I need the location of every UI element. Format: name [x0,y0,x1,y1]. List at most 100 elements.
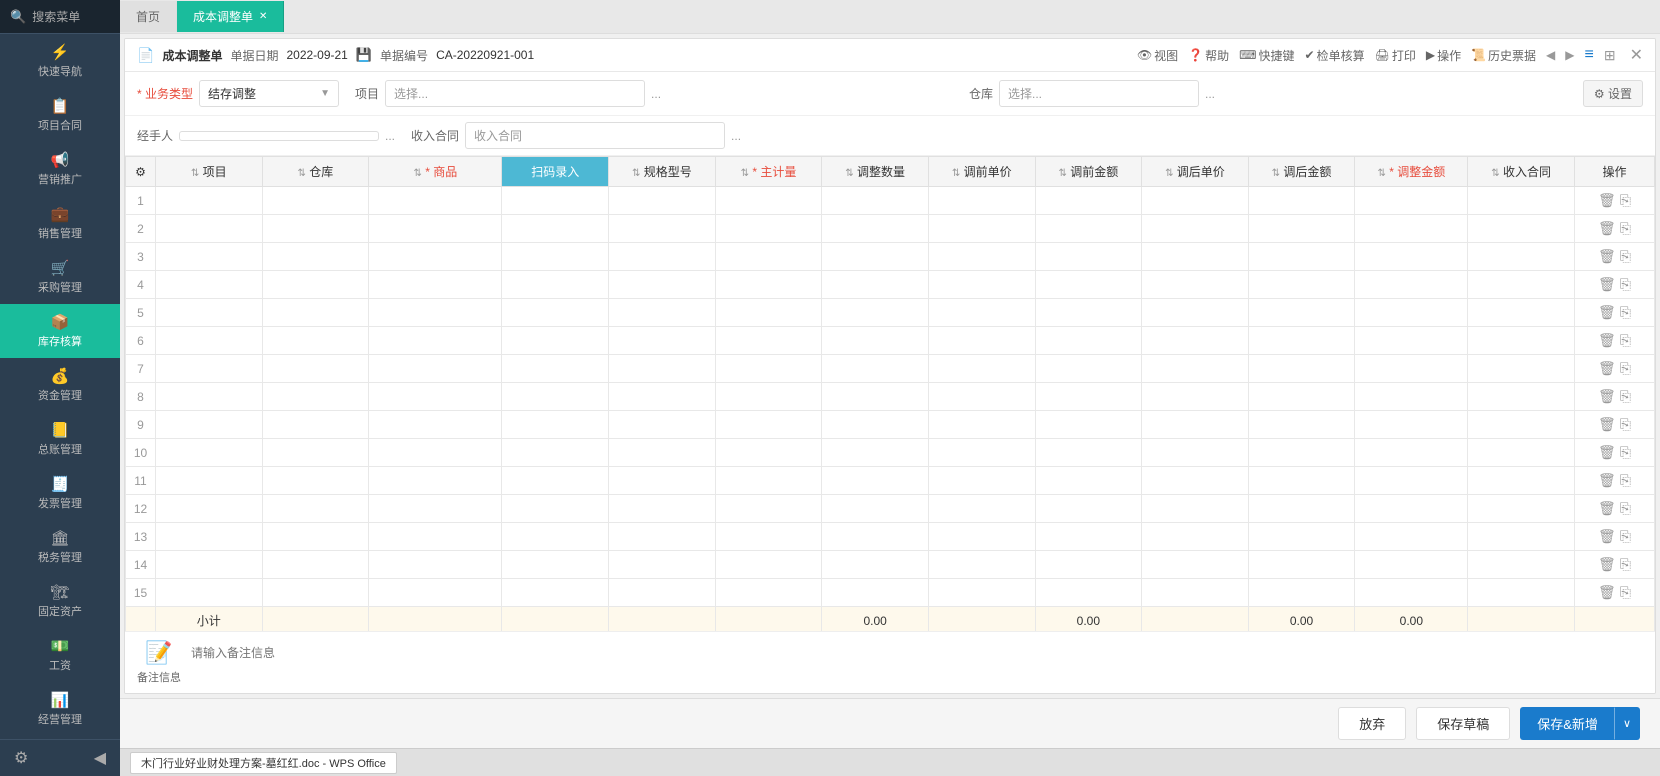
view-list2-btn[interactable]: ⊞ [1604,47,1616,64]
settings-icon[interactable]: ⚙ [14,748,28,768]
table-cell[interactable] [369,299,502,327]
table-cell[interactable] [156,299,263,327]
business-type-select[interactable]: 结存调整 ▼ [199,80,339,107]
table-cell[interactable] [1468,523,1575,551]
table-cell[interactable] [822,411,929,439]
table-cell[interactable] [1355,383,1468,411]
table-cell[interactable] [502,411,609,439]
view-list1-btn[interactable]: ≡ [1585,46,1594,64]
table-cell[interactable] [156,467,263,495]
table-cell[interactable] [1355,355,1468,383]
table-cell[interactable] [262,467,369,495]
table-cell[interactable] [822,579,929,607]
table-cell[interactable] [1142,355,1249,383]
table-cell[interactable] [369,467,502,495]
table-cell[interactable] [715,299,822,327]
table-cell[interactable] [1035,439,1142,467]
table-cell[interactable] [1035,355,1142,383]
table-cell[interactable] [715,523,822,551]
table-cell[interactable] [262,243,369,271]
nav-prev[interactable]: ◀ [1546,48,1555,62]
table-cell[interactable] [502,187,609,215]
table-cell[interactable] [1142,467,1249,495]
table-cell[interactable] [928,411,1035,439]
table-cell[interactable] [822,467,929,495]
table-cell[interactable] [928,551,1035,579]
table-cell[interactable] [369,579,502,607]
table-cell[interactable] [715,495,822,523]
col-settings[interactable]: ⚙ [126,157,156,187]
table-cell[interactable] [928,299,1035,327]
table-cell[interactable] [369,495,502,523]
table-cell[interactable] [1355,411,1468,439]
copy-icon[interactable]: ⎘ [1620,500,1631,516]
col-pre-price[interactable]: ⇅ 调前单价 [928,157,1035,187]
table-cell[interactable] [928,327,1035,355]
col-adjust-qty[interactable]: ⇅ 调整数量 [822,157,929,187]
copy-icon[interactable]: ⎘ [1620,192,1631,208]
table-cell[interactable] [609,243,716,271]
table-cell[interactable] [822,243,929,271]
copy-icon[interactable]: ⎘ [1620,220,1631,236]
delete-icon[interactable]: 🗑 [1598,472,1616,488]
table-cell[interactable] [715,327,822,355]
table-cell[interactable] [1035,579,1142,607]
table-cell[interactable] [502,439,609,467]
delete-icon[interactable]: 🗑 [1598,584,1616,600]
copy-icon[interactable]: ⎘ [1620,304,1631,320]
table-cell[interactable] [156,495,263,523]
table-cell[interactable] [1142,383,1249,411]
table-cell[interactable] [822,551,929,579]
copy-icon[interactable]: ⎘ [1620,388,1631,404]
table-cell[interactable] [1468,439,1575,467]
table-cell[interactable] [822,215,929,243]
table-cell[interactable] [1035,411,1142,439]
table-cell[interactable] [262,327,369,355]
table-cell[interactable] [369,327,502,355]
table-cell[interactable] [1355,271,1468,299]
copy-icon[interactable]: ⎘ [1620,360,1631,376]
table-cell[interactable] [1035,299,1142,327]
table-cell[interactable] [1142,327,1249,355]
table-cell[interactable] [262,383,369,411]
table-cell[interactable] [609,355,716,383]
tab-cost-adjust[interactable]: 成本调整单 ✕ [177,1,284,32]
col-pre-amount[interactable]: ⇅ 调前金额 [1035,157,1142,187]
table-cell[interactable] [502,551,609,579]
delete-icon[interactable]: 🗑 [1598,416,1616,432]
save-new-main-btn[interactable]: 保存&新增 [1520,707,1614,740]
save-draft-button[interactable]: 保存草稿 [1416,707,1510,740]
table-cell[interactable] [1248,215,1355,243]
table-cell[interactable] [156,439,263,467]
table-cell[interactable] [715,467,822,495]
table-cell[interactable] [1248,299,1355,327]
table-cell[interactable] [928,355,1035,383]
table-cell[interactable] [928,439,1035,467]
table-cell[interactable] [1142,299,1249,327]
table-cell[interactable] [156,523,263,551]
table-cell[interactable] [1468,215,1575,243]
table-cell[interactable] [715,355,822,383]
table-cell[interactable] [928,495,1035,523]
table-cell[interactable] [502,523,609,551]
sidebar-item-fund-mgmt[interactable]: 💰 资金管理 [0,358,120,412]
sidebar-search[interactable]: 🔍 搜索菜单 [0,0,120,34]
table-cell[interactable] [1248,579,1355,607]
check-calc-action[interactable]: ✔ 检单核算 [1305,47,1365,64]
table-cell[interactable] [928,579,1035,607]
table-cell[interactable] [822,187,929,215]
copy-icon[interactable]: ⎘ [1620,528,1631,544]
income-contract-input[interactable]: 收入合同 [465,122,725,149]
table-cell[interactable] [156,187,263,215]
table-cell[interactable] [262,299,369,327]
table-cell[interactable] [715,215,822,243]
table-cell[interactable] [1035,243,1142,271]
table-cell[interactable] [262,495,369,523]
table-cell[interactable] [715,411,822,439]
table-cell[interactable] [1248,243,1355,271]
table-cell[interactable] [715,579,822,607]
table-cell[interactable] [822,383,929,411]
sidebar-item-sales-mgmt[interactable]: 💼 销售管理 [0,196,120,250]
view-action[interactable]: 👁 视图 [1137,47,1178,64]
table-cell[interactable] [1248,495,1355,523]
